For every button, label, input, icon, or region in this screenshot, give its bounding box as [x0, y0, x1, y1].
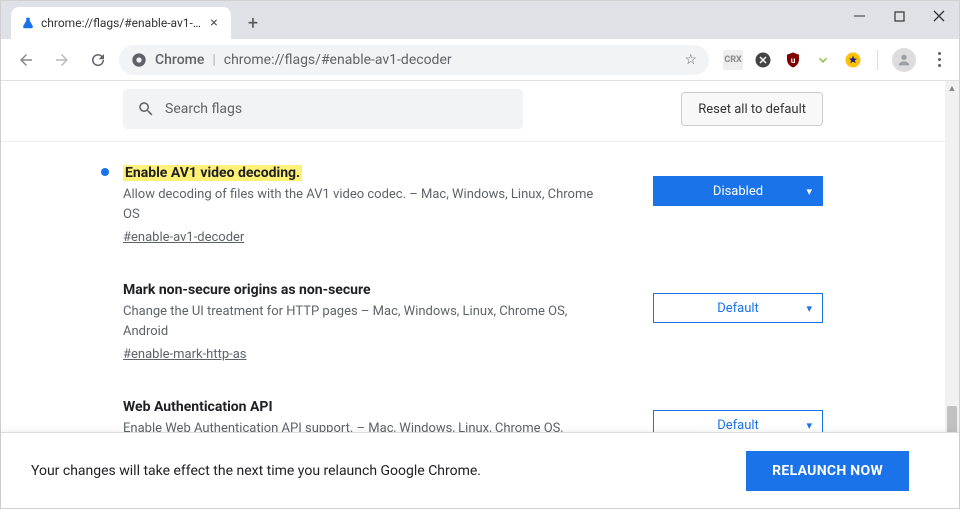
chrome-icon — [131, 52, 147, 68]
close-window-button[interactable] — [919, 1, 959, 31]
reset-all-button[interactable]: Reset all to default — [681, 92, 823, 126]
relaunch-message: Your changes will take effect the next t… — [31, 463, 481, 479]
reload-button[interactable] — [83, 45, 113, 75]
scroll-up-arrow[interactable]: ▲ — [945, 81, 959, 95]
window-controls — [839, 1, 959, 31]
flag-anchor-link[interactable]: #enable-av1-decoder — [123, 230, 244, 245]
flag-anchor-link[interactable]: #enable-mark-http-as — [123, 347, 247, 362]
flag-description: Allow decoding of files with the AV1 vid… — [123, 185, 599, 224]
crx-extension-icon[interactable]: CRX — [723, 50, 743, 70]
flag-body: Enable AV1 video decoding. Allow decodin… — [123, 162, 599, 245]
bookmark-star-icon[interactable]: ☆ — [684, 52, 697, 68]
browser-tab[interactable]: chrome://flags/#enable-av1-dec × — [11, 7, 231, 39]
download-extension-icon[interactable] — [813, 50, 833, 70]
ublock-extension-icon[interactable]: u — [783, 50, 803, 70]
new-tab-button[interactable]: + — [239, 9, 267, 37]
modified-dot-icon — [101, 168, 109, 176]
url-prefix: Chrome — [155, 52, 204, 68]
toolbar: Chrome | chrome://flags/#enable-av1-deco… — [1, 39, 959, 81]
search-placeholder: Search flags — [165, 101, 242, 117]
search-input[interactable]: Search flags — [123, 89, 523, 129]
flag-title: Mark non-secure origins as non-secure — [123, 282, 371, 298]
relaunch-bar: Your changes will take effect the next t… — [1, 432, 959, 508]
relaunch-button[interactable]: RELAUNCH NOW — [746, 451, 909, 491]
flags-header: Search flags Reset all to default — [1, 81, 945, 142]
flag-select[interactable]: Default — [653, 293, 823, 323]
flag-body: Mark non-secure origins as non-secure Ch… — [123, 279, 599, 362]
maximize-button[interactable] — [879, 1, 919, 31]
star-extension-icon[interactable] — [843, 50, 863, 70]
tab-title: chrome://flags/#enable-av1-dec — [41, 16, 201, 30]
back-button[interactable] — [11, 45, 41, 75]
flag-select[interactable]: Disabled — [653, 176, 823, 206]
forward-button[interactable] — [47, 45, 77, 75]
svg-text:u: u — [791, 56, 796, 66]
noscript-extension-icon[interactable] — [753, 50, 773, 70]
profile-avatar[interactable] — [892, 48, 916, 72]
flask-icon — [21, 16, 35, 30]
url-text: chrome://flags/#enable-av1-decoder — [224, 52, 677, 68]
flag-title: Web Authentication API — [123, 399, 273, 415]
search-icon — [137, 100, 155, 118]
flag-row: Mark non-secure origins as non-secure Ch… — [101, 279, 823, 362]
extension-icons: CRX u — [715, 48, 924, 72]
minimize-button[interactable] — [839, 1, 879, 31]
address-bar[interactable]: Chrome | chrome://flags/#enable-av1-deco… — [119, 45, 709, 75]
flag-title: Enable AV1 video decoding. — [123, 165, 302, 181]
flag-description: Change the UI treatment for HTTP pages –… — [123, 302, 599, 341]
flags-list: Enable AV1 video decoding. Allow decodin… — [1, 142, 945, 479]
flag-row: Enable AV1 video decoding. Allow decodin… — [101, 162, 823, 245]
close-icon[interactable]: × — [207, 16, 221, 30]
titlebar: chrome://flags/#enable-av1-dec × + — [1, 1, 959, 39]
menu-button[interactable] — [930, 52, 949, 67]
